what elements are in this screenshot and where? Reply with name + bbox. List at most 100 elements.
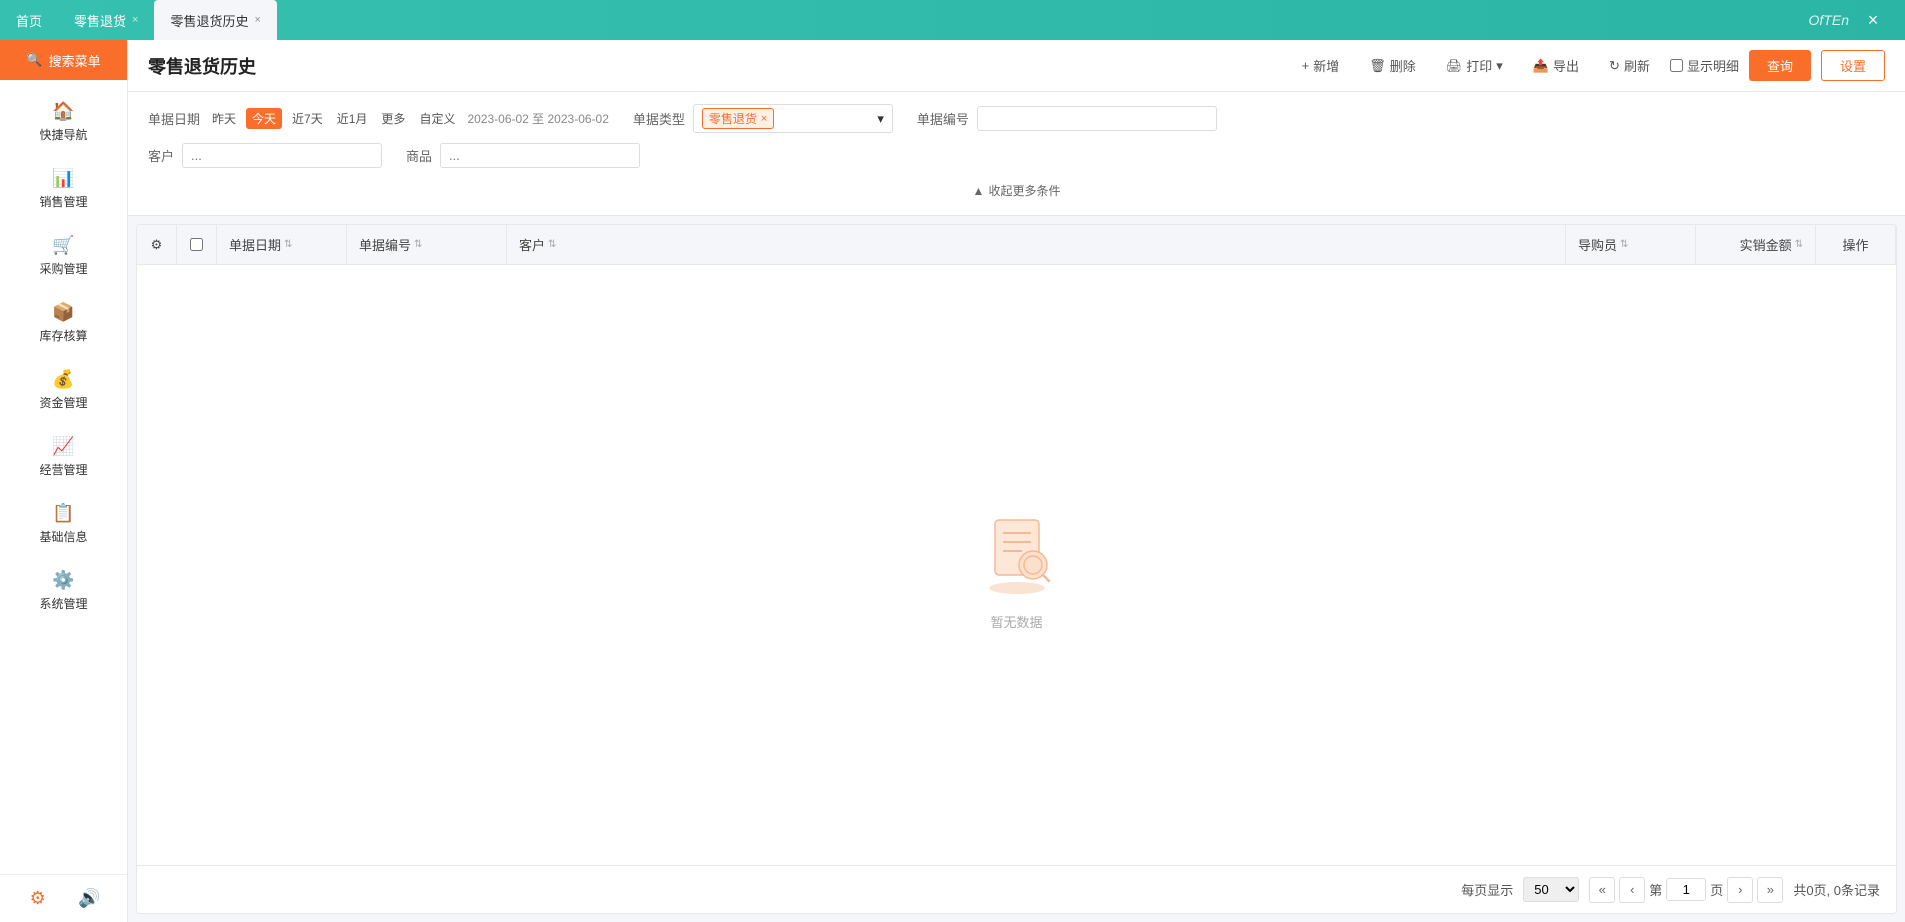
sidebar-item-inventory[interactable]: 📦 库存核算 <box>0 289 127 356</box>
show-detail-checkbox-label[interactable]: 显示明细 <box>1670 56 1739 75</box>
query-label: 查询 <box>1767 59 1793 74</box>
refresh-button[interactable]: ↻ 刷新 <box>1599 52 1660 79</box>
type-tag-value: 零售退货 <box>709 110 757 127</box>
delete-label: 删除 <box>1390 56 1416 75</box>
date-custom[interactable]: 自定义 <box>415 109 459 128</box>
window-close-button[interactable]: × <box>1857 4 1889 36</box>
query-button[interactable]: 查询 <box>1749 50 1811 81</box>
customer-filter-label: 客户 <box>148 146 174 165</box>
goods-filter-input[interactable] <box>440 143 640 168</box>
settings-label: 设置 <box>1840 59 1866 74</box>
export-label: 导出 <box>1553 56 1579 75</box>
sidebar-item-base-info[interactable]: 📋 基础信息 <box>0 490 127 557</box>
number-sort-icon: ⇅ <box>414 239 422 250</box>
sidebar-item-purchase[interactable]: 🛒 采购管理 <box>0 222 127 289</box>
th-number[interactable]: 单据编号 ⇅ <box>347 225 507 264</box>
date-yesterday[interactable]: 昨天 <box>208 109 240 128</box>
export-button[interactable]: 📤 导出 <box>1523 52 1589 79</box>
show-detail-label: 显示明细 <box>1687 56 1739 75</box>
page-label: 第 <box>1649 880 1662 899</box>
last-page-button[interactable]: » <box>1757 877 1783 903</box>
sidebar: 🔍 搜索菜单 🏠 快捷导航 📊 销售管理 🛒 采购管理 📦 库存核算 💰 <box>0 40 128 922</box>
volume-icon[interactable]: 🔊 <box>75 885 103 913</box>
header-actions: + 新增 🗑 删除 🖨 打印 ▾ 📤 导出 ↻ 刷 <box>1292 50 1885 81</box>
per-page-label: 每页显示 <box>1461 880 1513 899</box>
operations-icon: 📈 <box>53 435 75 457</box>
date-7days[interactable]: 近7天 <box>288 109 327 128</box>
th-guide-label: 导购员 <box>1578 235 1617 254</box>
sales-icon: 📊 <box>53 167 75 189</box>
sidebar-item-finance[interactable]: 💰 资金管理 <box>0 356 127 423</box>
search-icon: 🔍 <box>26 52 42 68</box>
th-settings[interactable]: ⚙ <box>137 225 177 264</box>
print-button[interactable]: 🖨 打印 ▾ <box>1436 52 1513 79</box>
collapse-label: 收起更多条件 <box>988 182 1060 199</box>
filter-row-1: 单据日期 昨天 今天 近7天 近1月 更多 自定义 2023-06-02 至 2… <box>148 104 1885 133</box>
print-dropdown-icon: ▾ <box>1496 58 1503 74</box>
type-tag-remove[interactable]: × <box>761 113 767 125</box>
top-bar-right: OfTEn × <box>1809 4 1905 36</box>
date-today[interactable]: 今天 <box>246 108 282 129</box>
system-icon: ⚙️ <box>53 569 75 591</box>
th-action-label: 操作 <box>1842 235 1868 254</box>
add-button[interactable]: + 新增 <box>1292 52 1350 79</box>
sidebar-item-system[interactable]: ⚙️ 系统管理 <box>0 557 127 624</box>
type-tag: 零售退货 × <box>702 108 774 129</box>
next-page-button[interactable]: › <box>1727 877 1753 903</box>
number-filter: 单据编号 <box>917 106 1217 131</box>
tab-retail-return-history[interactable]: 零售退货历史 × <box>154 0 276 40</box>
select-all-checkbox[interactable] <box>190 238 203 251</box>
show-detail-checkbox[interactable] <box>1670 59 1683 72</box>
sidebar-item-quick-nav-label: 快捷导航 <box>39 126 87 143</box>
print-label: 打印 <box>1466 56 1492 75</box>
date-1month[interactable]: 近1月 <box>333 109 372 128</box>
settings-bottom-icon[interactable]: ⚙ <box>24 885 52 913</box>
page-nav: « ‹ 第 页 › » <box>1589 877 1783 903</box>
customer-filter-input[interactable] <box>182 143 382 168</box>
page-input[interactable] <box>1666 878 1706 901</box>
type-dropdown-icon: ▾ <box>877 111 884 127</box>
tab-retail-return[interactable]: 零售退货 × <box>58 0 154 40</box>
amount-sort-icon: ⇅ <box>1795 239 1803 250</box>
per-page-select[interactable]: 10 20 50 100 <box>1523 877 1579 902</box>
total-label: 共0页, 0条记录 <box>1793 880 1880 899</box>
table-area: ⚙ 单据日期 ⇅ 单据编号 ⇅ 客户 ⇅ 导购员 <box>136 224 1897 914</box>
type-filter-select[interactable]: 零售退货 × ▾ <box>693 104 893 133</box>
add-icon: + <box>1302 58 1310 73</box>
sidebar-item-quick-nav[interactable]: 🏠 快捷导航 <box>0 88 127 155</box>
date-more[interactable]: 更多 <box>377 109 409 128</box>
content-area: 零售退货历史 + 新增 🗑 删除 🖨 打印 ▾ 📤 导出 <box>128 40 1905 922</box>
number-filter-input[interactable] <box>977 106 1217 131</box>
filter-row-2: 客户 商品 <box>148 143 1885 168</box>
settings-button[interactable]: 设置 <box>1821 50 1885 81</box>
export-icon: 📤 <box>1533 58 1549 74</box>
sidebar-item-sales[interactable]: 📊 销售管理 <box>0 155 127 222</box>
base-info-icon: 📋 <box>53 502 75 524</box>
add-label: 新增 <box>1313 56 1339 75</box>
tab-home[interactable]: 首页 <box>0 0 58 40</box>
delete-icon: 🗑 <box>1369 58 1386 74</box>
first-page-button[interactable]: « <box>1589 877 1615 903</box>
tab-retail-return-close[interactable]: × <box>132 14 138 26</box>
column-settings-icon: ⚙ <box>151 237 163 253</box>
tab-retail-return-history-close[interactable]: × <box>254 14 260 26</box>
pagination-bar: 每页显示 10 20 50 100 « ‹ 第 页 › » 共0页, 0条记录 <box>137 865 1896 913</box>
th-date[interactable]: 单据日期 ⇅ <box>217 225 347 264</box>
delete-button[interactable]: 🗑 删除 <box>1359 52 1426 79</box>
sidebar-search-label: 搜索菜单 <box>49 51 101 70</box>
th-amount[interactable]: 实销金额 ⇅ <box>1696 225 1816 264</box>
table-body: 暂无数据 <box>137 265 1896 865</box>
date-sort-icon: ⇅ <box>284 239 292 250</box>
prev-page-button[interactable]: ‹ <box>1619 877 1645 903</box>
th-guide[interactable]: 导购员 ⇅ <box>1566 225 1696 264</box>
sidebar-item-operations[interactable]: 📈 经营管理 <box>0 423 127 490</box>
collapse-icon: ▲ <box>973 184 985 198</box>
customer-filter: 客户 <box>148 143 382 168</box>
th-customer[interactable]: 客户 ⇅ <box>507 225 1566 264</box>
empty-icon <box>967 500 1067 600</box>
collapse-button[interactable]: ▲ 收起更多条件 <box>961 178 1073 203</box>
date-filter: 单据日期 昨天 今天 近7天 近1月 更多 自定义 2023-06-02 至 2… <box>148 108 609 129</box>
th-checkbox[interactable] <box>177 225 217 264</box>
sidebar-search-button[interactable]: 🔍 搜索菜单 <box>0 40 127 80</box>
th-number-label: 单据编号 <box>359 235 411 254</box>
